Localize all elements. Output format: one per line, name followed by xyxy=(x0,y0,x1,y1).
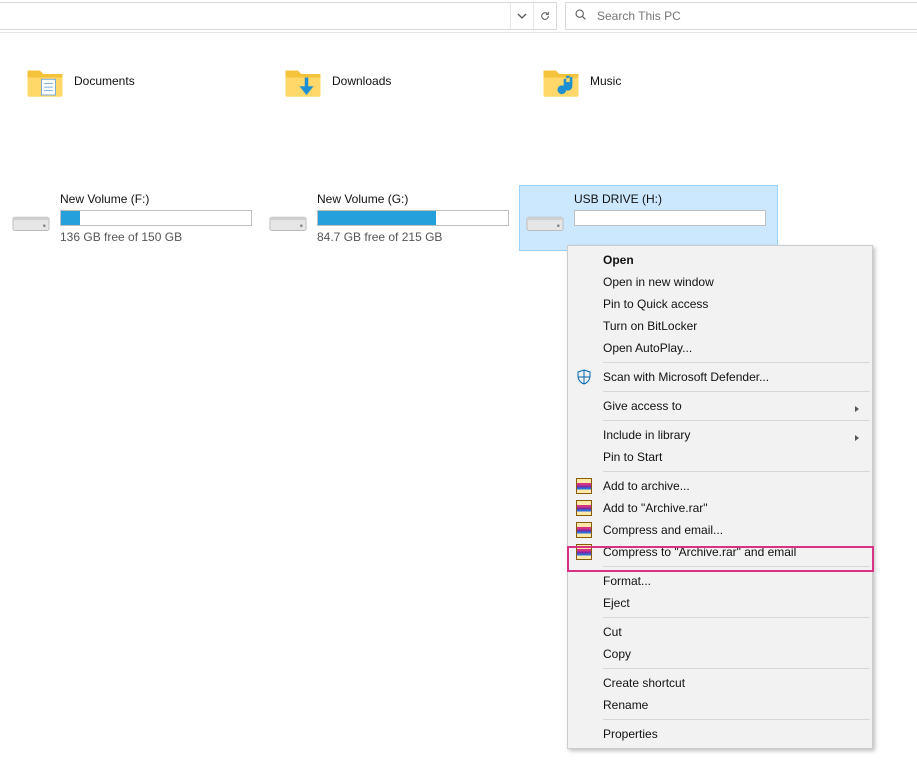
drive-g[interactable]: New Volume (G:) 84.7 GB free of 215 GB xyxy=(263,186,520,250)
submenu-arrow-icon xyxy=(853,431,861,439)
folder-documents[interactable]: Documents xyxy=(20,56,278,106)
refresh-button[interactable] xyxy=(533,3,556,29)
drive-free-text: 136 GB free of 150 GB xyxy=(60,230,263,244)
context-menu-separator xyxy=(603,668,870,669)
drive-name: New Volume (G:) xyxy=(317,192,520,206)
context-menu-item-label: Scan with Microsoft Defender... xyxy=(603,370,769,384)
context-menu-open-autoplay[interactable]: Open AutoPlay... xyxy=(569,337,871,359)
context-menu-separator xyxy=(603,420,870,421)
context-menu-open-in-new-window[interactable]: Open in new window xyxy=(569,271,871,293)
drives-row: New Volume (F:) 136 GB free of 150 GB Ne… xyxy=(0,186,917,250)
context-menu-add-to-archive[interactable]: Add to archive... xyxy=(569,475,871,497)
context-menu-compress-and-email[interactable]: Compress and email... xyxy=(569,519,871,541)
folder-label: Downloads xyxy=(332,74,391,88)
context-menu-item-label: Open AutoPlay... xyxy=(603,341,692,355)
context-menu-item-label: Turn on BitLocker xyxy=(603,319,697,333)
search-box[interactable] xyxy=(565,2,917,30)
context-menu-item-label: Copy xyxy=(603,647,631,661)
drive-name: New Volume (F:) xyxy=(60,192,263,206)
drive-h[interactable]: USB DRIVE (H:) xyxy=(520,186,777,250)
folder-downloads[interactable]: Downloads xyxy=(278,56,536,106)
context-menu-include-in-library[interactable]: Include in library xyxy=(569,424,871,446)
context-menu-item-label: Rename xyxy=(603,698,648,712)
context-menu-pin-to-start[interactable]: Pin to Start xyxy=(569,446,871,468)
context-menu-format[interactable]: Format... xyxy=(569,570,871,592)
defender-icon xyxy=(576,369,592,385)
drive-free-text: 84.7 GB free of 215 GB xyxy=(317,230,520,244)
context-menu-compress-to-archive-rar-and-email[interactable]: Compress to "Archive.rar" and email xyxy=(569,541,871,563)
context-menu-create-shortcut[interactable]: Create shortcut xyxy=(569,672,871,694)
search-icon xyxy=(574,8,587,24)
context-menu-item-label: Open xyxy=(603,253,634,267)
context-menu-item-label: Eject xyxy=(603,596,630,610)
winrar-icon xyxy=(576,522,592,538)
context-menu-separator xyxy=(603,719,870,720)
context-menu-item-label: Include in library xyxy=(603,428,690,442)
drive-name: USB DRIVE (H:) xyxy=(574,192,777,206)
context-menu-item-label: Add to archive... xyxy=(603,479,690,493)
context-menu-item-label: Pin to Start xyxy=(603,450,662,464)
drive-usage-bar xyxy=(60,210,252,226)
context-menu-item-label: Compress to "Archive.rar" and email xyxy=(603,545,796,559)
downloads-folder-icon xyxy=(282,60,324,102)
context-menu-item-label: Create shortcut xyxy=(603,676,685,690)
context-menu-item-label: Format... xyxy=(603,574,651,588)
context-menu-pin-to-quick-access[interactable]: Pin to Quick access xyxy=(569,293,871,315)
context-menu-separator xyxy=(603,566,870,567)
drive-icon xyxy=(524,200,566,242)
drive-icon xyxy=(10,200,52,242)
search-input[interactable] xyxy=(595,8,859,24)
context-menu-add-to-archive-rar[interactable]: Add to "Archive.rar" xyxy=(569,497,871,519)
context-menu-item-label: Properties xyxy=(603,727,658,741)
context-menu-item-label: Compress and email... xyxy=(603,523,723,537)
drive-usage-bar xyxy=(317,210,509,226)
context-menu-rename[interactable]: Rename xyxy=(569,694,871,716)
context-menu-separator xyxy=(603,471,870,472)
context-menu-cut[interactable]: Cut xyxy=(569,621,871,643)
context-menu-item-label: Pin to Quick access xyxy=(603,297,708,311)
drive-usage-fill xyxy=(318,211,436,225)
context-menu: Open Open in new window Pin to Quick acces… xyxy=(567,245,873,749)
context-menu-give-access-to[interactable]: Give access to xyxy=(569,395,871,417)
context-menu-properties[interactable]: Properties xyxy=(569,723,871,745)
folder-label: Music xyxy=(590,74,621,88)
address-bar[interactable] xyxy=(0,2,557,30)
context-menu-item-label: Cut xyxy=(603,625,622,639)
context-menu-open[interactable]: Open xyxy=(569,249,871,271)
winrar-icon xyxy=(576,500,592,516)
context-menu-separator xyxy=(603,391,870,392)
context-menu-copy[interactable]: Copy xyxy=(569,643,871,665)
context-menu-item-label: Give access to xyxy=(603,399,682,413)
context-menu-turn-on-bitlocker[interactable]: Turn on BitLocker xyxy=(569,315,871,337)
drive-usage-bar xyxy=(574,210,766,226)
top-bar xyxy=(0,0,917,33)
music-folder-icon xyxy=(540,60,582,102)
drive-icon xyxy=(267,200,309,242)
submenu-arrow-icon xyxy=(853,402,861,410)
context-menu-item-label: Add to "Archive.rar" xyxy=(603,501,708,515)
drive-f[interactable]: New Volume (F:) 136 GB free of 150 GB xyxy=(6,186,263,250)
drive-usage-fill xyxy=(61,211,80,225)
winrar-icon xyxy=(576,544,592,560)
winrar-icon xyxy=(576,478,592,494)
documents-folder-icon xyxy=(24,60,66,102)
context-menu-separator xyxy=(603,617,870,618)
address-history-dropdown[interactable] xyxy=(510,3,533,29)
context-menu-separator xyxy=(603,362,870,363)
context-menu-eject[interactable]: Eject xyxy=(569,592,871,614)
folder-music[interactable]: Music xyxy=(536,56,794,106)
folders-row: Documents Downloads Music xyxy=(0,56,917,146)
context-menu-item-label: Open in new window xyxy=(603,275,714,289)
context-menu-scan-with-microsoft-defender[interactable]: Scan with Microsoft Defender... xyxy=(569,366,871,388)
folder-label: Documents xyxy=(74,74,135,88)
